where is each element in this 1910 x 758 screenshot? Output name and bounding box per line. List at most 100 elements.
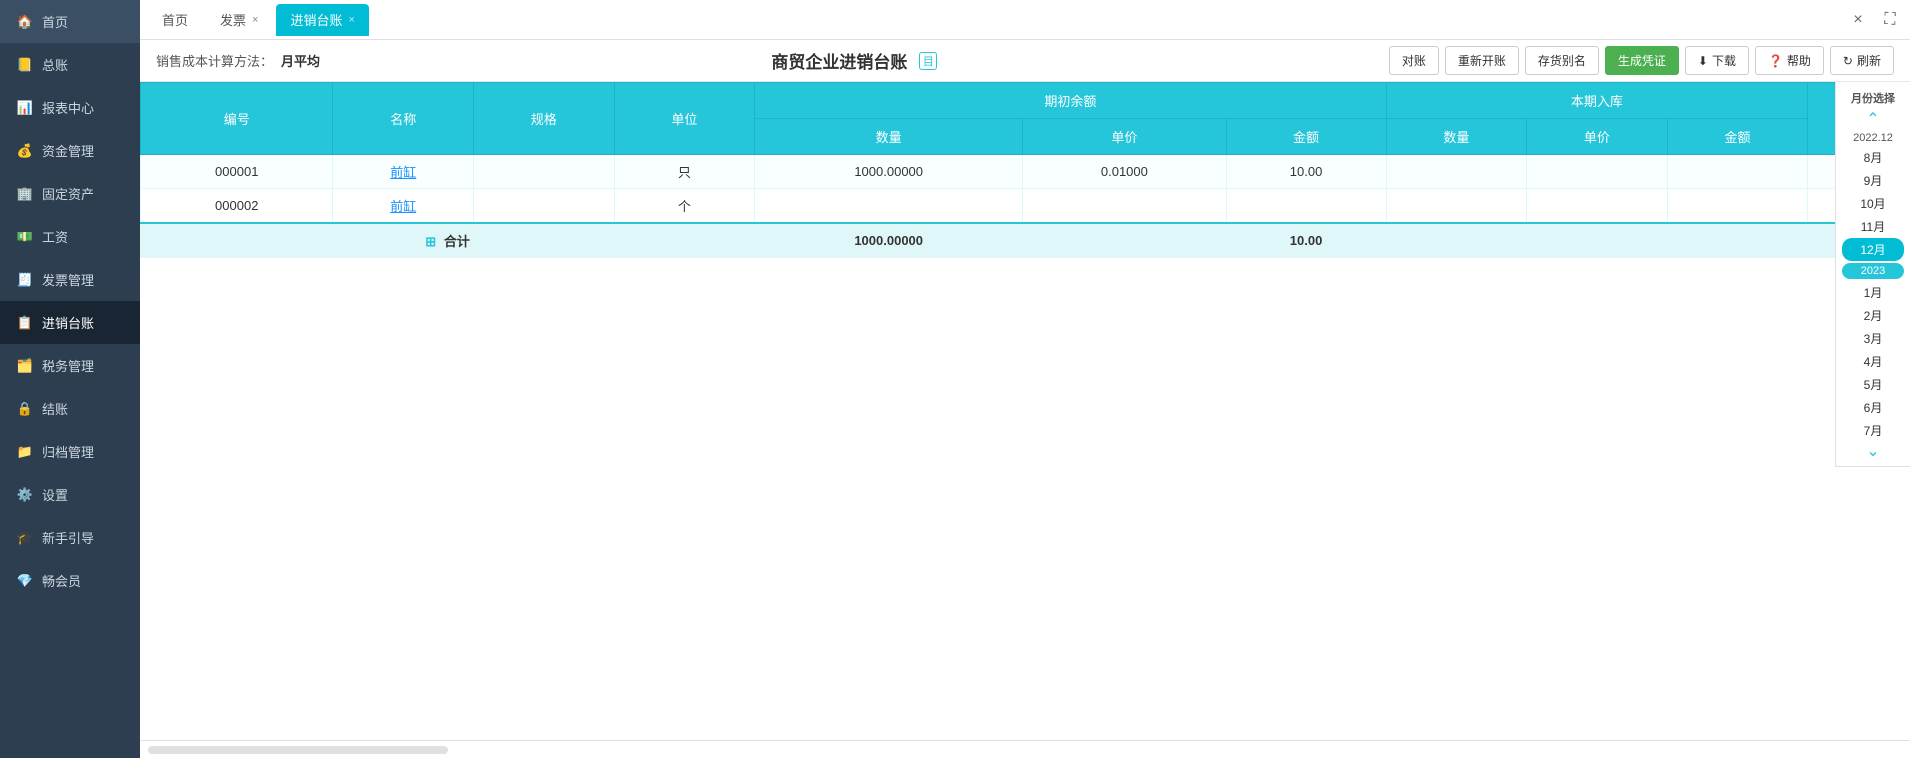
col-code: 编号 <box>141 83 333 155</box>
sidebar-item-ledger[interactable]: 📒 总账 <box>0 43 140 86</box>
total-row: ⊞ 合计 1000.00000 10.00 <box>141 223 1910 258</box>
month-item-7[interactable]: 7月 <box>1836 419 1910 442</box>
window-maximize-button[interactable]: ⛶ <box>1878 8 1902 32</box>
tab-bar: 首页 发票 × 进销台账 × × ⛶ <box>140 0 1910 40</box>
month-next-button[interactable]: ⌄ <box>1866 442 1879 462</box>
generate-voucher-button[interactable]: 生成凭证 <box>1605 46 1679 75</box>
month-item-10[interactable]: 10月 <box>1836 192 1910 215</box>
month-item-4[interactable]: 4月 <box>1836 350 1910 373</box>
toolbar-actions: 对账 重新开账 存货别名 生成凭证 ⬇ 下载 ❓ 帮助 ↻ 刷新 <box>1389 46 1894 75</box>
sidebar-label-stock: 进销台账 <box>42 313 94 332</box>
cell-code: 000001 <box>141 155 333 189</box>
sidebar-item-guide[interactable]: 🎓 新手引导 <box>0 516 140 559</box>
month-panel: 月份选择 ⌃ 2022.12 8月 9月 10月 11月 12月 2023 1月… <box>1835 82 1910 467</box>
sidebar-item-close[interactable]: 🔒 结账 <box>0 387 140 430</box>
month-item-2[interactable]: 2月 <box>1836 304 1910 327</box>
reopen-button[interactable]: 重新开账 <box>1445 46 1519 75</box>
help-label: 帮助 <box>1787 52 1811 69</box>
match-button[interactable]: 对账 <box>1389 46 1439 75</box>
month-item-5[interactable]: 5月 <box>1836 373 1910 396</box>
table-row: 000001 前缸 只 1000.00000 0.01000 10.00 <box>141 155 1910 189</box>
cell-in-price <box>1527 189 1668 224</box>
cell-name: 前缸 <box>333 189 474 224</box>
tab-stock-close[interactable]: × <box>348 14 354 26</box>
col-in-price: 单价 <box>1527 119 1668 155</box>
col-name: 名称 <box>333 83 474 155</box>
tab-home[interactable]: 首页 <box>148 4 202 36</box>
sidebar-item-archive[interactable]: 📁 归档管理 <box>0 430 140 473</box>
sidebar-item-vip[interactable]: 💎 畅会员 <box>0 559 140 602</box>
cell-opening-price <box>1023 189 1226 224</box>
sidebar-label-archive: 归档管理 <box>42 442 94 461</box>
archive-icon: 📁 <box>16 443 34 461</box>
info-bar: 销售成本计算方法： 月平均 商贸企业进销台账 目 对账 重新开账 存货别名 生成… <box>140 40 1910 82</box>
main-area: 首页 发票 × 进销台账 × × ⛶ 销售成本计算方法： 月平均 商贸企业进销台… <box>140 0 1910 758</box>
cell-opening-price: 0.01000 <box>1023 155 1226 189</box>
sidebar-item-reports[interactable]: 📊 报表中心 <box>0 86 140 129</box>
month-item-8[interactable]: 8月 <box>1836 146 1910 169</box>
cell-in-amount <box>1667 155 1808 189</box>
cell-code: 000002 <box>141 189 333 224</box>
sidebar-label-funds: 资金管理 <box>42 141 94 160</box>
help-button[interactable]: ❓ 帮助 <box>1755 46 1824 75</box>
month-item-11[interactable]: 11月 <box>1836 215 1910 238</box>
cell-opening-amount <box>1226 189 1386 224</box>
col-opening-price: 单价 <box>1023 119 1226 155</box>
total-opening-price <box>1023 223 1226 258</box>
month-item-6[interactable]: 6月 <box>1836 396 1910 419</box>
save-alias-button[interactable]: 存货别名 <box>1525 46 1599 75</box>
content-area: 销售成本计算方法： 月平均 商贸企业进销台账 目 对账 重新开账 存货别名 生成… <box>140 40 1910 758</box>
total-opening-amount: 10.00 <box>1226 223 1386 258</box>
cell-unit: 只 <box>614 155 755 189</box>
name-link[interactable]: 前缸 <box>390 165 416 180</box>
sidebar-label-tax: 税务管理 <box>42 356 94 375</box>
settings-icon: ⚙️ <box>16 486 34 504</box>
sidebar-item-stock[interactable]: 📋 进销台账 <box>0 301 140 344</box>
download-button[interactable]: ⬇ 下载 <box>1685 46 1749 75</box>
sidebar-label-home: 首页 <box>42 12 68 31</box>
tab-invoice[interactable]: 发票 × <box>206 4 272 36</box>
sidebar-label-ledger: 总账 <box>42 55 68 74</box>
month-item-1[interactable]: 1月 <box>1836 281 1910 304</box>
horizontal-scrollbar[interactable] <box>148 746 448 754</box>
sidebar-item-invoice[interactable]: 🧾 发票管理 <box>0 258 140 301</box>
month-prev-button[interactable]: ⌃ <box>1866 110 1879 130</box>
cell-in-amount <box>1667 189 1808 224</box>
stock-table: 编号 名称 规格 单位 期初余额 本期入库 数 数量 单价 金额 数 <box>140 82 1910 258</box>
sidebar-item-wages[interactable]: 💵 工资 <box>0 215 140 258</box>
year-2023-badge: 2023 <box>1842 263 1904 279</box>
help-icon: ❓ <box>1768 54 1783 68</box>
col-spec: 规格 <box>474 83 615 155</box>
sidebar-item-assets[interactable]: 🏢 固定资产 <box>0 172 140 215</box>
cell-in-price <box>1527 155 1668 189</box>
reports-icon: 📊 <box>16 99 34 117</box>
home-icon: 🏠 <box>16 13 34 31</box>
funds-icon: 💰 <box>16 142 34 160</box>
wages-icon: 💵 <box>16 228 34 246</box>
sidebar-item-tax[interactable]: 🗂️ 税务管理 <box>0 344 140 387</box>
sidebar-label-guide: 新手引导 <box>42 528 94 547</box>
sidebar-item-funds[interactable]: 💰 资金管理 <box>0 129 140 172</box>
total-in-qty <box>1386 223 1527 258</box>
sidebar-label-vip: 畅会员 <box>42 571 81 590</box>
name-link[interactable]: 前缸 <box>390 199 416 214</box>
window-close-button[interactable]: × <box>1846 8 1870 32</box>
tab-invoice-label: 发票 <box>220 10 246 29</box>
sidebar-label-invoice: 发票管理 <box>42 270 94 289</box>
sidebar-label-settings: 设置 <box>42 485 68 504</box>
month-item-9[interactable]: 9月 <box>1836 169 1910 192</box>
sidebar-label-assets: 固定资产 <box>42 184 94 203</box>
tab-stock[interactable]: 进销台账 × <box>276 4 368 36</box>
month-item-3[interactable]: 3月 <box>1836 327 1910 350</box>
tab-invoice-close[interactable]: × <box>252 14 258 26</box>
sidebar-item-home[interactable]: 🏠 首页 <box>0 0 140 43</box>
assets-icon: 🏢 <box>16 185 34 203</box>
refresh-button[interactable]: ↻ 刷新 <box>1830 46 1894 75</box>
total-in-amount <box>1667 223 1808 258</box>
sidebar-item-settings[interactable]: ⚙️ 设置 <box>0 473 140 516</box>
title-info-icon[interactable]: 目 <box>919 52 937 70</box>
total-label-cell: ⊞ 合计 <box>141 223 755 258</box>
month-item-12[interactable]: 12月 <box>1842 238 1904 261</box>
sidebar: 🏠 首页 📒 总账 📊 报表中心 💰 资金管理 🏢 固定资产 💵 工资 🧾 发票… <box>0 0 140 758</box>
sidebar-label-wages: 工资 <box>42 227 68 246</box>
